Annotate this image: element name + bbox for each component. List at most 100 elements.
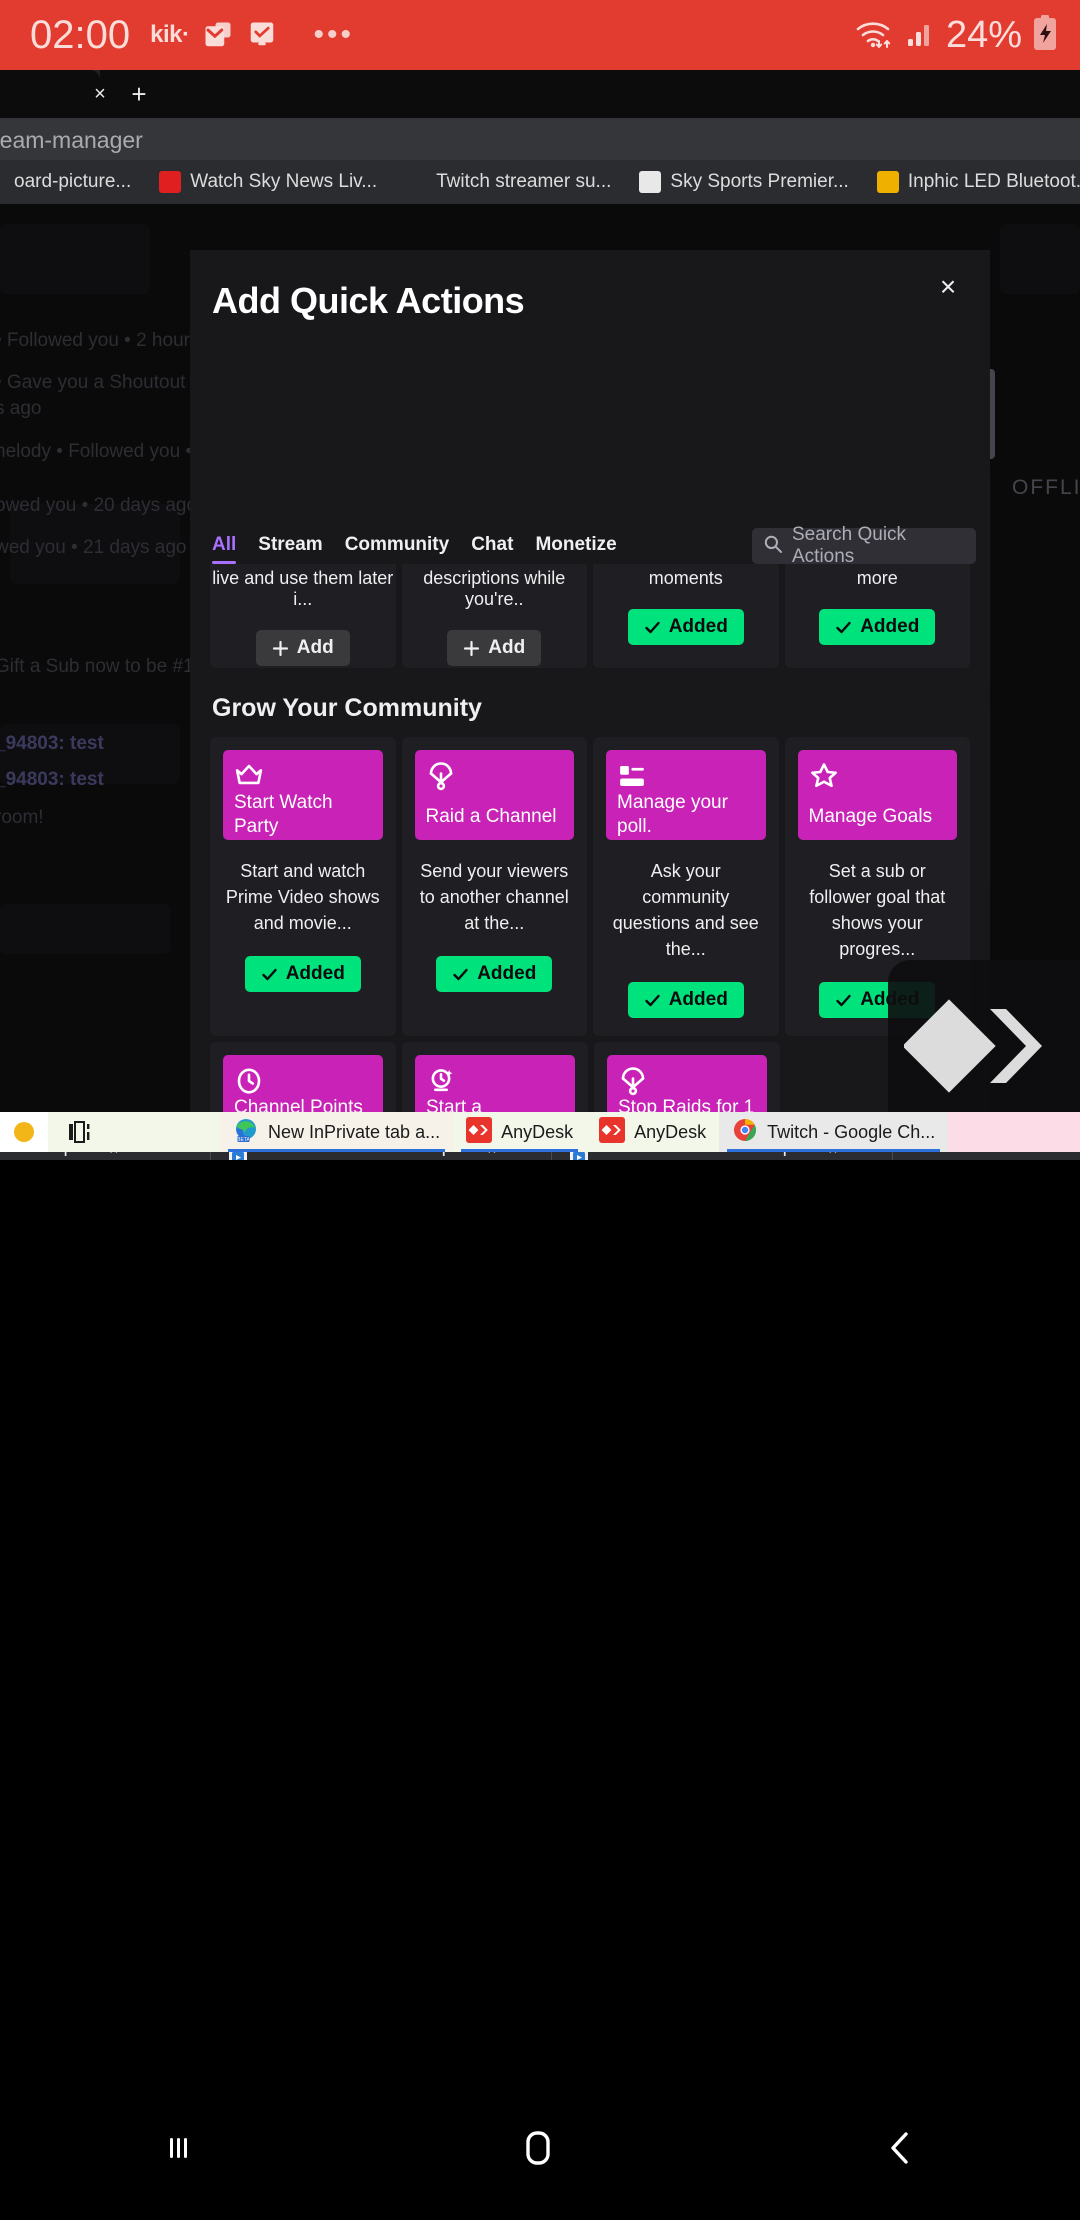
- quick-action-title: Start Watch Party: [234, 792, 333, 837]
- poll-icon: [617, 761, 755, 791]
- card-description: Set a sub or follower goal that shows yo…: [809, 861, 946, 960]
- bg-activity-line: owed you • 20 days ago: [0, 495, 198, 516]
- bookmark-favicon: [405, 171, 428, 193]
- bg-chat-line: _94803: test: [0, 733, 104, 754]
- address-bar[interactable]: ream-manager: [0, 118, 1080, 160]
- bg-chat-line: room!: [0, 807, 44, 828]
- bookmark-item[interactable]: Inphic LED Bluetoot...: [863, 171, 1080, 193]
- button-label: Added: [860, 616, 920, 637]
- mail-icon: [203, 20, 233, 50]
- task-icon: [247, 20, 277, 50]
- new-tab-icon[interactable]: +: [125, 81, 153, 109]
- edge-beta-icon: BETA: [233, 1117, 259, 1148]
- address-bar-url: ream-manager: [0, 127, 143, 153]
- battery-percent: 24%: [945, 13, 1022, 56]
- added-button[interactable]: Added: [819, 609, 936, 645]
- quick-action-tile[interactable]: Start a Prediction: [415, 1055, 575, 1115]
- card-row: Start Watch Party Start and watch Prime V…: [190, 737, 990, 1037]
- download-status: eft: [16, 1160, 85, 1161]
- quick-action-card: Channel Points Reward QueueManage your c…: [210, 1042, 396, 1115]
- anydesk-icon: [466, 1116, 493, 1148]
- quick-action-title: Manage Goals: [808, 806, 933, 828]
- close-icon[interactable]: ×: [926, 265, 970, 309]
- page-title: Add Quick Actions: [212, 280, 525, 321]
- battery-charging-icon: [1032, 14, 1058, 56]
- card-description: Send your viewers to another channel at …: [419, 861, 569, 934]
- partial-cards-row: live and use them later i... Add descripti…: [190, 564, 990, 668]
- section-title: Grow Your Community: [212, 694, 482, 722]
- status-overflow-icon: •••: [313, 18, 354, 51]
- bookmark-favicon: [876, 171, 899, 193]
- bookmark-label: Twitch streamer su...: [436, 171, 612, 192]
- search-input[interactable]: Search Quick Actions: [752, 524, 976, 567]
- quick-action-tile[interactable]: Manage Goals: [797, 750, 957, 840]
- bg-chat-line: _94803: test: [0, 769, 104, 790]
- home-icon[interactable]: [513, 2123, 563, 2178]
- bookmark-item[interactable]: Sky Sports Premier...: [625, 171, 862, 193]
- bookmarks-bar: oard-picture... Watch Sky News Liv... Twit…: [0, 160, 1080, 204]
- anydesk-watermark: [888, 960, 1080, 1132]
- category-tabs: All Stream Community Chat Monetize: [212, 534, 617, 564]
- taskbar-item[interactable]: BETA New InPrivate tab a...: [220, 1112, 454, 1152]
- raid-parachute-icon: [618, 1066, 756, 1096]
- add-quick-actions-modal: × Add Quick Actions All Stream Community Ch…: [190, 250, 990, 1115]
- kik-icon: kik·: [150, 21, 190, 48]
- quick-action-title: Raid a Channel: [425, 806, 557, 828]
- quick-action-tile[interactable]: Manage your poll.: [606, 750, 766, 840]
- tab-close-icon[interactable]: ×: [88, 82, 112, 106]
- tab-community[interactable]: Community: [345, 534, 450, 564]
- taskbar-item[interactable]: Twitch - Google Ch...: [719, 1112, 949, 1152]
- button-label: Added: [668, 616, 728, 637]
- prediction-icon: [426, 1066, 564, 1096]
- search-icon: [763, 534, 783, 559]
- quick-action-tile[interactable]: Stop Raids for 1 hour: [607, 1055, 767, 1115]
- tab-stream[interactable]: Stream: [258, 534, 322, 564]
- quick-action-tile[interactable]: Start Watch Party: [223, 750, 383, 840]
- add-button[interactable]: Add: [447, 630, 542, 666]
- added-button[interactable]: Added: [627, 609, 744, 645]
- quick-action-tile[interactable]: Channel Points Reward Queue: [223, 1055, 383, 1115]
- quick-action-card: more Added: [784, 564, 970, 668]
- browser-tab-active[interactable]: [0, 70, 100, 118]
- bookmark-item[interactable]: Watch Sky News Liv...: [145, 171, 391, 193]
- download-status: Cancelled: [261, 1160, 463, 1161]
- android-nav-bar: [0, 2080, 1080, 2220]
- taskbar-item[interactable]: AnyDesk: [586, 1112, 719, 1152]
- card-description: Start and watch Prime Video shows and mo…: [225, 861, 380, 934]
- taskbar-filler: [948, 1112, 1080, 1152]
- taskbar-item[interactable]: AnyDesk: [453, 1112, 586, 1152]
- download-status: Cancelled: [602, 1160, 804, 1161]
- tab-monetize[interactable]: Monetize: [535, 534, 616, 564]
- button-label: Added: [285, 963, 345, 985]
- tab-all[interactable]: All: [212, 534, 237, 564]
- card-description: more: [856, 568, 898, 588]
- status-clock: 02:00: [30, 12, 131, 57]
- bookmark-item[interactable]: oard-picture...: [0, 171, 145, 193]
- bookmark-favicon: [639, 171, 662, 193]
- button-label: Added: [477, 963, 537, 985]
- tab-chat[interactable]: Chat: [471, 534, 513, 564]
- button-label: Add: [488, 637, 526, 658]
- start-icon[interactable]: [0, 1112, 48, 1152]
- quick-action-card: Start a PredictionViewers predict the re…: [402, 1042, 588, 1115]
- bg-activity-line: Gift a Sub now to be #1!: [0, 656, 199, 677]
- bg-panel: [0, 904, 170, 954]
- added-button[interactable]: Added: [627, 982, 744, 1019]
- windows-taskbar: BETA New InPrivate tab a... AnyDesk AnyDesk…: [0, 1112, 1080, 1152]
- added-button[interactable]: Added: [244, 956, 361, 993]
- task-view-icon[interactable]: [48, 1112, 110, 1152]
- recents-icon[interactable]: [156, 2126, 200, 2175]
- quick-action-card: live and use them later i... Add: [210, 564, 396, 668]
- android-status-bar: 02:00 kik· ••• 24%: [0, 0, 1080, 70]
- back-icon[interactable]: [876, 2124, 924, 2177]
- added-button[interactable]: Added: [436, 956, 553, 993]
- quick-action-tile[interactable]: Raid a Channel: [414, 750, 574, 840]
- bookmark-item[interactable]: Twitch streamer su...: [391, 171, 625, 193]
- card-description: Ask your community questions and see the…: [612, 861, 759, 960]
- card-description: descriptions while you're..: [423, 568, 566, 609]
- card-row: Channel Points Reward QueueManage your c…: [190, 1042, 990, 1115]
- raid-parachute-icon: [426, 761, 564, 791]
- quick-action-card: Stop Raids for 1 hourPrevent incoming ra…: [594, 1042, 780, 1115]
- add-button[interactable]: Add: [255, 630, 350, 666]
- taskbar-item-label: AnyDesk: [501, 1121, 574, 1142]
